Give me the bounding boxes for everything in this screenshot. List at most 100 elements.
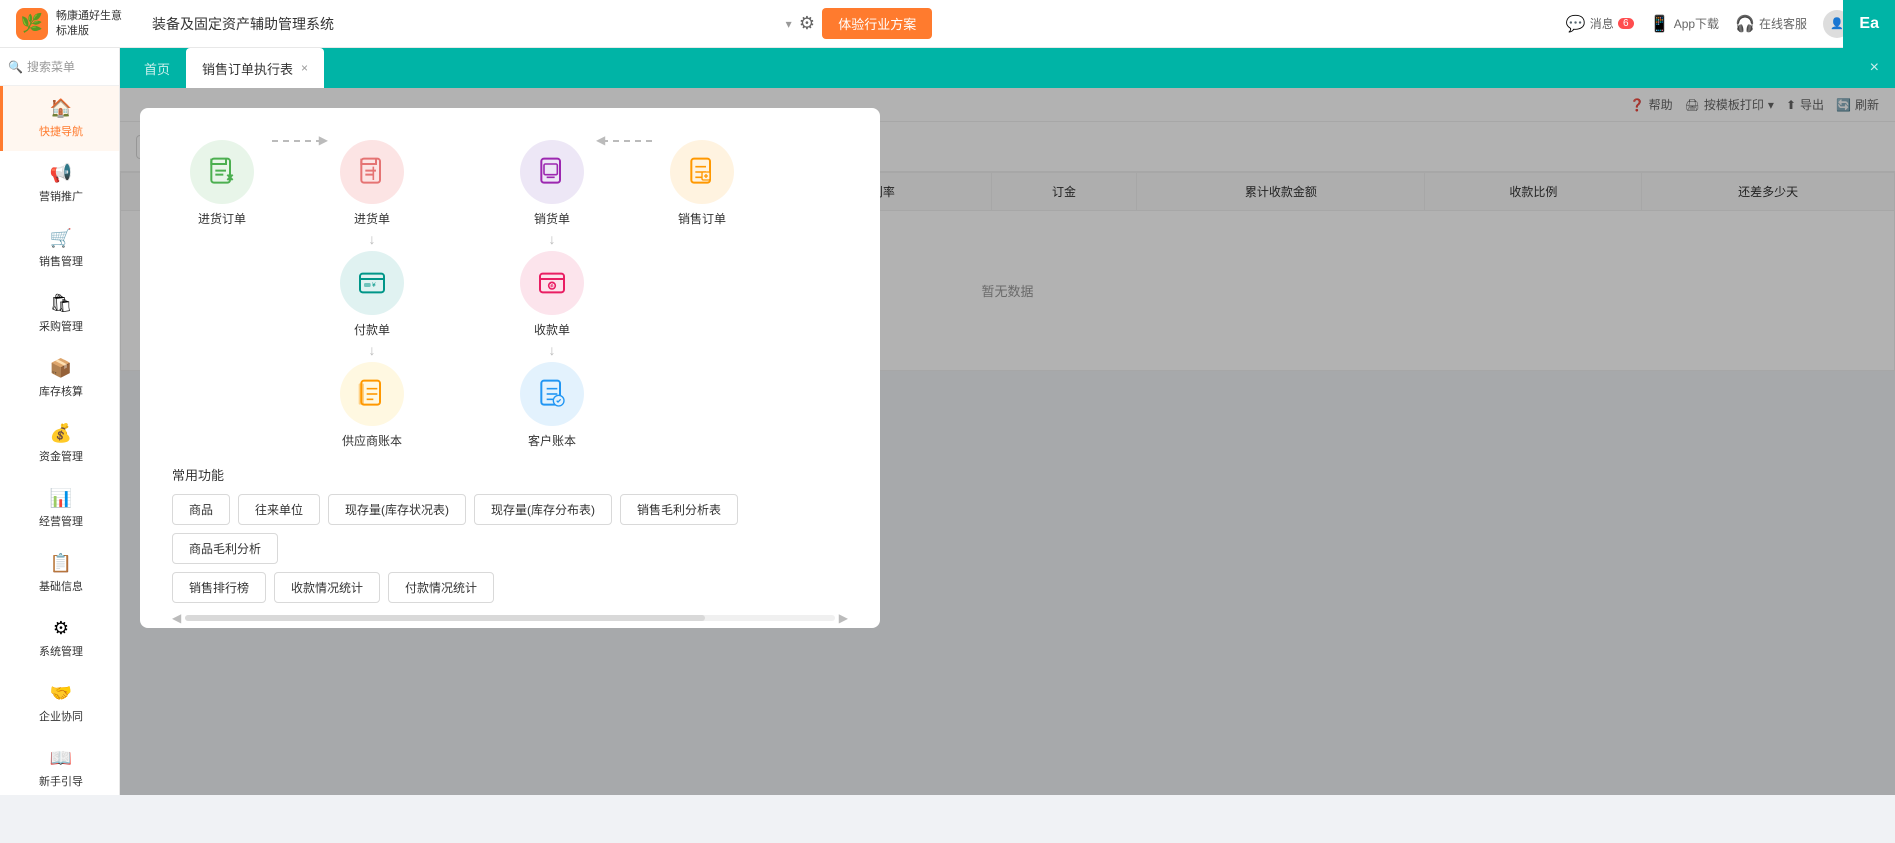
logo-area: 🌿 畅康通好生意 标准版 [16,8,136,40]
download-icon: 📱 [1650,14,1670,34]
node-customer-ledger[interactable]: 客户账本 [520,362,584,449]
sidebar-item-guide[interactable]: 📖 新手引导 [0,736,119,795]
sidebar-item-collab[interactable]: 🤝 企业协同 [0,671,119,736]
func-btn-contacts[interactable]: 往来单位 [238,494,320,525]
collab-icon: 🤝 [50,683,72,704]
basic-label: 基础信息 [39,578,83,594]
node-payment[interactable]: ¥ 付款单 [340,251,404,338]
logo-text: 畅康通好生意 标准版 [56,9,122,38]
sidebar-item-basic[interactable]: 📋 基础信息 [0,541,119,606]
func-btn-stock-status[interactable]: 现存量(库存状况表) [328,494,466,525]
sales-order-label: 销售订单 [678,210,726,227]
sidebar-item-finance[interactable]: 💰 资金管理 [0,411,119,476]
svg-text:¥: ¥ [550,283,554,290]
func-buttons-row2: 销售排行榜 收款情况统计 付款情况统计 [172,572,848,603]
operations-label: 经营管理 [39,513,83,529]
func-btn-receipt-stats[interactable]: 收款情况统计 [274,572,380,603]
purchase-bill-label: 进货单 [354,210,390,227]
search-label: 搜索菜单 [27,58,75,75]
sidebar-item-marketing[interactable]: 📢 营销推广 [0,151,119,216]
modal-box: 进货订单 ▶ [140,108,880,628]
customer-ledger-label: 客户账本 [528,432,576,449]
node-sales-order[interactable]: 销售订单 [670,140,734,227]
finance-icon: 💰 [50,423,72,444]
func-btn-sales-rank[interactable]: 销售排行榜 [172,572,266,603]
online-service-btn[interactable]: 🎧 在线客服 [1735,14,1807,34]
sidebar: 🔍 搜索菜单 🏠 快捷导航 📢 营销推广 🛒 销售管理 🛍 采购管理 📦 库存核… [0,48,120,795]
quick-icon: 🏠 [50,98,72,119]
tab-bar: 首页 销售订单执行表 × × [120,48,1895,88]
payment-icon: ¥ [340,251,404,315]
modal-overlay: 进货订单 ▶ [120,88,1895,795]
basic-icon: 📋 [50,553,72,574]
func-btn-payment-stats[interactable]: 付款情况统计 [388,572,494,603]
online-service-label: 在线客服 [1759,15,1807,32]
inventory-label: 库存核算 [39,383,83,399]
func-btn-stock-dist[interactable]: 现存量(库存分布表) [474,494,612,525]
logo-line2: 标准版 [56,24,122,38]
tab-close-icon[interactable]: × [301,61,308,75]
message-btn[interactable]: 💬 消息 6 [1566,14,1634,34]
node-supplier-ledger[interactable]: 供应商账本 [340,362,404,449]
operations-icon: 📊 [50,488,72,509]
system-name: 装备及固定资产辅助管理系统 [152,14,786,34]
header-actions: 💬 消息 6 📱 App下载 🎧 在线客服 👤 用户 [1566,10,1879,38]
sidebar-item-operations[interactable]: 📊 经营管理 [0,476,119,541]
sidebar-item-system[interactable]: ⚙ 系统管理 [0,606,119,671]
sidebar-item-inventory[interactable]: 📦 库存核算 [0,346,119,411]
node-sales-bill[interactable]: 销货单 [520,140,584,227]
supplier-ledger-label: 供应商账本 [342,432,402,449]
tab-home-label: 首页 [144,59,170,78]
sales-label: 销售管理 [39,253,83,269]
purchase-icon: 🛍 [50,293,73,314]
scroll-track[interactable] [185,615,835,621]
customer-ledger-icon [520,362,584,426]
sales-order-icon [670,140,734,204]
receipt-label: 收款单 [534,321,570,338]
sales-bill-label: 销货单 [534,210,570,227]
main-content: 首页 销售订单执行表 × × ❓ 帮助 🖨 按模板打印 ▾ ⬆ 导出 [120,48,1895,795]
system-dropdown-arrow[interactable]: ▾ [786,17,792,31]
search-menu-btn[interactable]: 🔍 搜索菜单 [0,48,119,86]
purchase-bill-icon [340,140,404,204]
receipt-icon: ¥ [520,251,584,315]
message-icon: 💬 [1566,14,1586,34]
common-functions: 常用功能 商品 往来单位 现存量(库存状况表) 现存量(库存分布表) 销售毛利分… [172,465,848,603]
node-receipt[interactable]: ¥ 收款单 [520,251,584,338]
tab-bar-close-icon[interactable]: × [1862,59,1887,77]
sidebar-item-quick[interactable]: 🏠 快捷导航 [0,86,119,151]
sidebar-item-purchase[interactable]: 🛍 采购管理 [0,281,119,346]
try-btn[interactable]: 体验行业方案 [822,8,932,39]
func-buttons-row1: 商品 往来单位 现存量(库存状况表) 现存量(库存分布表) 销售毛利分析表 商品… [172,494,848,564]
marketing-label: 营销推广 [39,188,83,204]
func-btn-product-profit[interactable]: 商品毛利分析 [172,533,278,564]
sales-bill-icon [520,140,584,204]
system-label: 系统管理 [39,643,83,659]
collab-label: 企业协同 [39,708,83,724]
settings-icon[interactable]: ⚙ [799,13,815,34]
tab-home[interactable]: 首页 [128,48,186,88]
scroll-right-arrow[interactable]: ▶ [839,611,848,625]
tab-sales-order[interactable]: 销售订单执行表 × [186,48,324,88]
logo-icon: 🌿 [16,8,48,40]
finance-label: 资金管理 [39,448,83,464]
sales-icon: 🛒 [50,228,72,249]
sidebar-item-sales[interactable]: 🛒 销售管理 [0,216,119,281]
purchase-label: 采购管理 [39,318,83,334]
ea-badge: Ea [1843,0,1895,48]
modal-scrollbar: ◀ ▶ [172,611,848,625]
node-purchase-order[interactable]: 进货订单 [190,140,254,227]
common-funcs-title: 常用功能 [172,465,848,484]
search-icon: 🔍 [8,60,23,74]
system-icon: ⚙ [53,618,69,639]
svg-text:¥: ¥ [372,282,376,289]
node-purchase-bill[interactable]: 进货单 [340,140,404,227]
message-badge: 6 [1618,18,1634,29]
logo-line1: 畅康通好生意 [56,9,122,23]
app-download-btn[interactable]: 📱 App下载 [1650,14,1719,34]
func-btn-sales-profit[interactable]: 销售毛利分析表 [620,494,738,525]
purchase-order-icon [190,140,254,204]
func-btn-product[interactable]: 商品 [172,494,230,525]
message-label: 消息 [1590,15,1614,32]
guide-label: 新手引导 [39,773,83,789]
